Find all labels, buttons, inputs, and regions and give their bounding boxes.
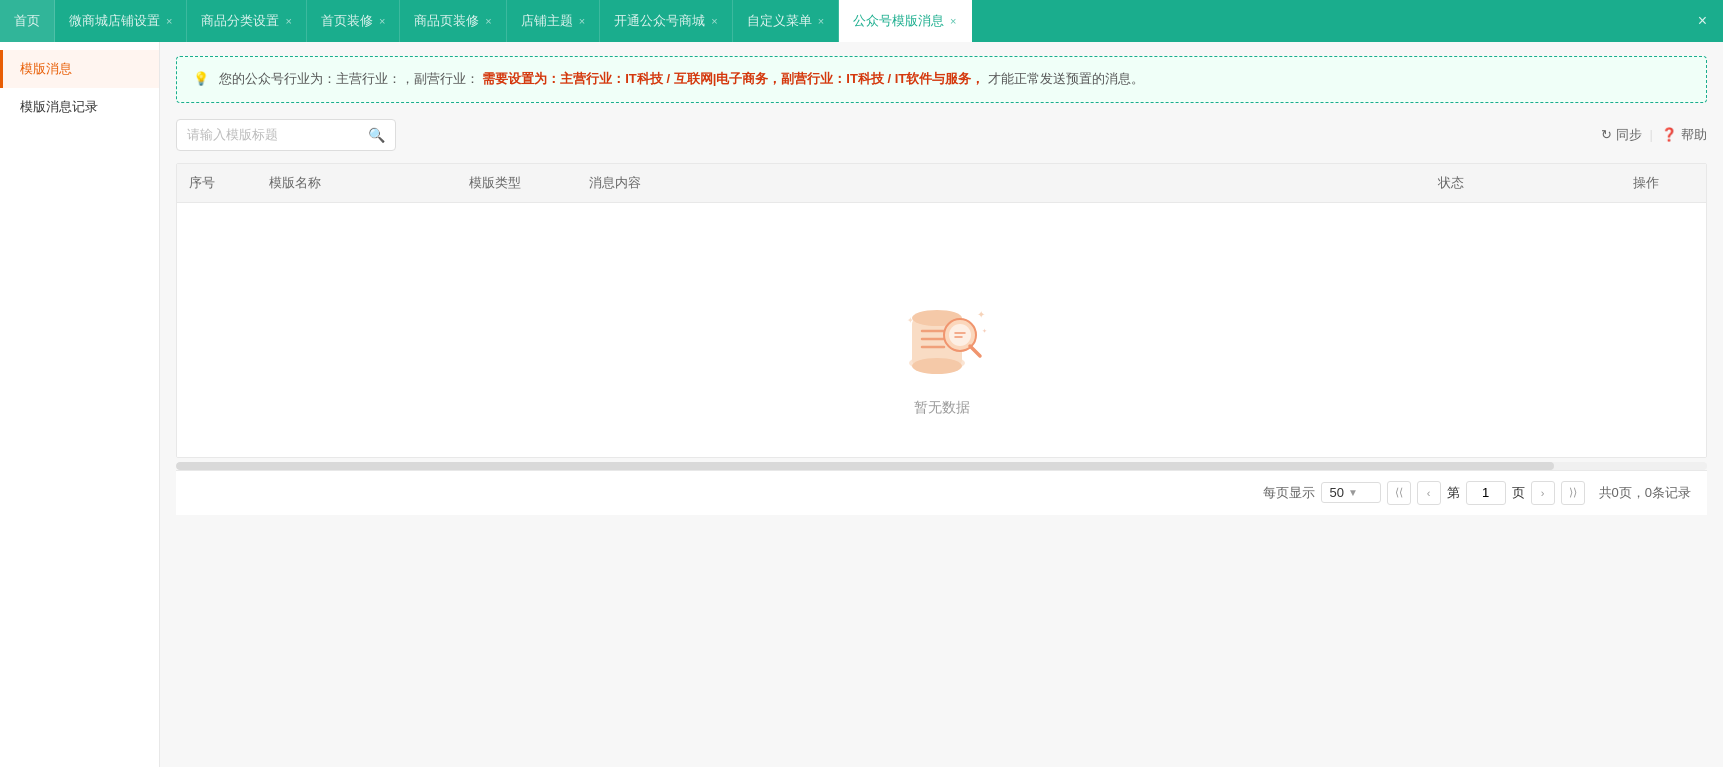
chevron-down-icon: ▼ — [1348, 487, 1358, 498]
horizontal-scrollbar[interactable] — [176, 462, 1707, 470]
page-size-label: 每页显示 — [1263, 484, 1315, 502]
tab-weshop[interactable]: 微商城店铺设置 × — [55, 0, 187, 42]
sidebar: 模版消息 模版消息记录 — [0, 42, 160, 767]
empty-state: ✦ ✦ ✦ 暂无数据 — [177, 203, 1706, 457]
tab-homepage[interactable]: 首页装修 × — [307, 0, 400, 42]
notice-banner: 💡 您的公众号行业为：主营行业：，副营行业： 需要设置为：主营行业：IT科技 /… — [176, 56, 1707, 103]
table-header: 序号 模版名称 模版类型 消息内容 状态 操作 — [177, 164, 1706, 203]
empty-svg-icon: ✦ ✦ ✦ — [882, 263, 1002, 383]
tab-product-close[interactable]: × — [485, 15, 491, 27]
page-suffix: 页 — [1512, 484, 1525, 502]
tab-official-label: 开通公众号商城 — [614, 12, 705, 30]
svg-text:✦: ✦ — [907, 316, 914, 325]
tab-template-close[interactable]: × — [950, 15, 956, 27]
sync-button[interactable]: ↻ 同步 — [1601, 126, 1642, 144]
page-number-input[interactable] — [1466, 481, 1506, 505]
tab-homepage-close[interactable]: × — [379, 15, 385, 27]
scrollbar-thumb[interactable] — [176, 462, 1554, 470]
th-seq: 序号 — [177, 164, 257, 202]
tab-weshop-close[interactable]: × — [166, 15, 172, 27]
tab-category[interactable]: 商品分类设置 × — [187, 0, 306, 42]
sidebar-item-template-msg-label: 模版消息 — [20, 61, 72, 76]
divider: | — [1650, 127, 1653, 142]
tab-bar-global-close[interactable]: × — [1682, 12, 1723, 30]
sync-icon: ↻ — [1601, 127, 1612, 142]
tab-template[interactable]: 公众号模版消息 × — [839, 0, 971, 42]
page-first-button[interactable]: ⟨⟨ — [1387, 481, 1411, 505]
tab-menu[interactable]: 自定义菜单 × — [733, 0, 839, 42]
th-action: 操作 — [1586, 164, 1706, 202]
svg-text:✦: ✦ — [977, 309, 985, 320]
tab-theme-close[interactable]: × — [579, 15, 585, 27]
page-label: 第 — [1447, 484, 1460, 502]
tab-official[interactable]: 开通公众号商城 × — [600, 0, 732, 42]
tab-weshop-label: 微商城店铺设置 — [69, 12, 160, 30]
help-icon: ❓ — [1661, 127, 1677, 142]
svg-point-8 — [949, 324, 971, 346]
main-layout: 模版消息 模版消息记录 💡 您的公众号行业为：主营行业：，副营行业： 需要设置为… — [0, 42, 1723, 767]
search-input-wrap[interactable]: 🔍 — [176, 119, 396, 151]
data-table: 序号 模版名称 模版类型 消息内容 状态 操作 — [176, 163, 1707, 458]
search-bar: 🔍 ↻ 同步 | ❓ 帮助 — [176, 119, 1707, 151]
page-next-button[interactable]: › — [1531, 481, 1555, 505]
notice-prefix: 您的公众号行业为：主营行业：，副营行业： — [219, 71, 479, 86]
tab-category-close[interactable]: × — [285, 15, 291, 27]
sidebar-item-template-msg[interactable]: 模版消息 — [0, 50, 159, 88]
svg-line-9 — [970, 346, 980, 356]
notice-highlight: 需要设置为：主营行业：IT科技 / 互联网|电子商务，副营行业：IT科技 / I… — [482, 71, 984, 86]
page-last-button[interactable]: ⟩⟩ — [1561, 481, 1585, 505]
tab-theme-label: 店铺主题 — [521, 12, 573, 30]
sidebar-item-template-record[interactable]: 模版消息记录 — [0, 88, 159, 126]
tab-home[interactable]: 首页 — [0, 0, 55, 42]
sync-label: 同步 — [1616, 126, 1642, 144]
page-total: 共0页，0条记录 — [1599, 484, 1691, 502]
tab-template-label: 公众号模版消息 — [853, 12, 944, 30]
notice-suffix: 才能正常发送预置的消息。 — [988, 71, 1144, 86]
page-size-select[interactable]: 50 ▼ — [1321, 482, 1381, 503]
th-content: 消息内容 — [577, 164, 1426, 202]
page-size-value: 50 — [1330, 485, 1344, 500]
help-button[interactable]: ❓ 帮助 — [1661, 126, 1707, 144]
th-status: 状态 — [1426, 164, 1586, 202]
pagination: 每页显示 50 ▼ ⟨⟨ ‹ 第 页 › ⟩⟩ 共0页，0条记录 — [176, 470, 1707, 515]
content-area: 💡 您的公众号行业为：主营行业：，副营行业： 需要设置为：主营行业：IT科技 /… — [160, 42, 1723, 767]
tab-theme[interactable]: 店铺主题 × — [507, 0, 600, 42]
tab-category-label: 商品分类设置 — [201, 12, 279, 30]
sidebar-item-template-record-label: 模版消息记录 — [20, 99, 98, 114]
tab-bar: 首页 微商城店铺设置 × 商品分类设置 × 首页装修 × 商品页装修 × 店铺主… — [0, 0, 1723, 42]
page-prev-button[interactable]: ‹ — [1417, 481, 1441, 505]
th-name: 模版名称 — [257, 164, 457, 202]
search-actions: ↻ 同步 | ❓ 帮助 — [1601, 126, 1707, 144]
svg-point-3 — [912, 358, 962, 374]
search-icon[interactable]: 🔍 — [368, 127, 385, 143]
tab-homepage-label: 首页装修 — [321, 12, 373, 30]
tab-menu-label: 自定义菜单 — [747, 12, 812, 30]
empty-illustration: ✦ ✦ ✦ — [882, 263, 1002, 383]
tab-product[interactable]: 商品页装修 × — [400, 0, 506, 42]
tab-product-label: 商品页装修 — [414, 12, 479, 30]
search-input[interactable] — [187, 127, 368, 142]
tab-official-close[interactable]: × — [711, 15, 717, 27]
tab-menu-close[interactable]: × — [818, 15, 824, 27]
th-type: 模版类型 — [457, 164, 577, 202]
empty-text: 暂无数据 — [914, 399, 970, 417]
tab-home-label: 首页 — [14, 12, 40, 30]
notice-icon: 💡 — [193, 71, 209, 86]
help-label: 帮助 — [1681, 126, 1707, 144]
svg-text:✦: ✦ — [982, 328, 987, 334]
